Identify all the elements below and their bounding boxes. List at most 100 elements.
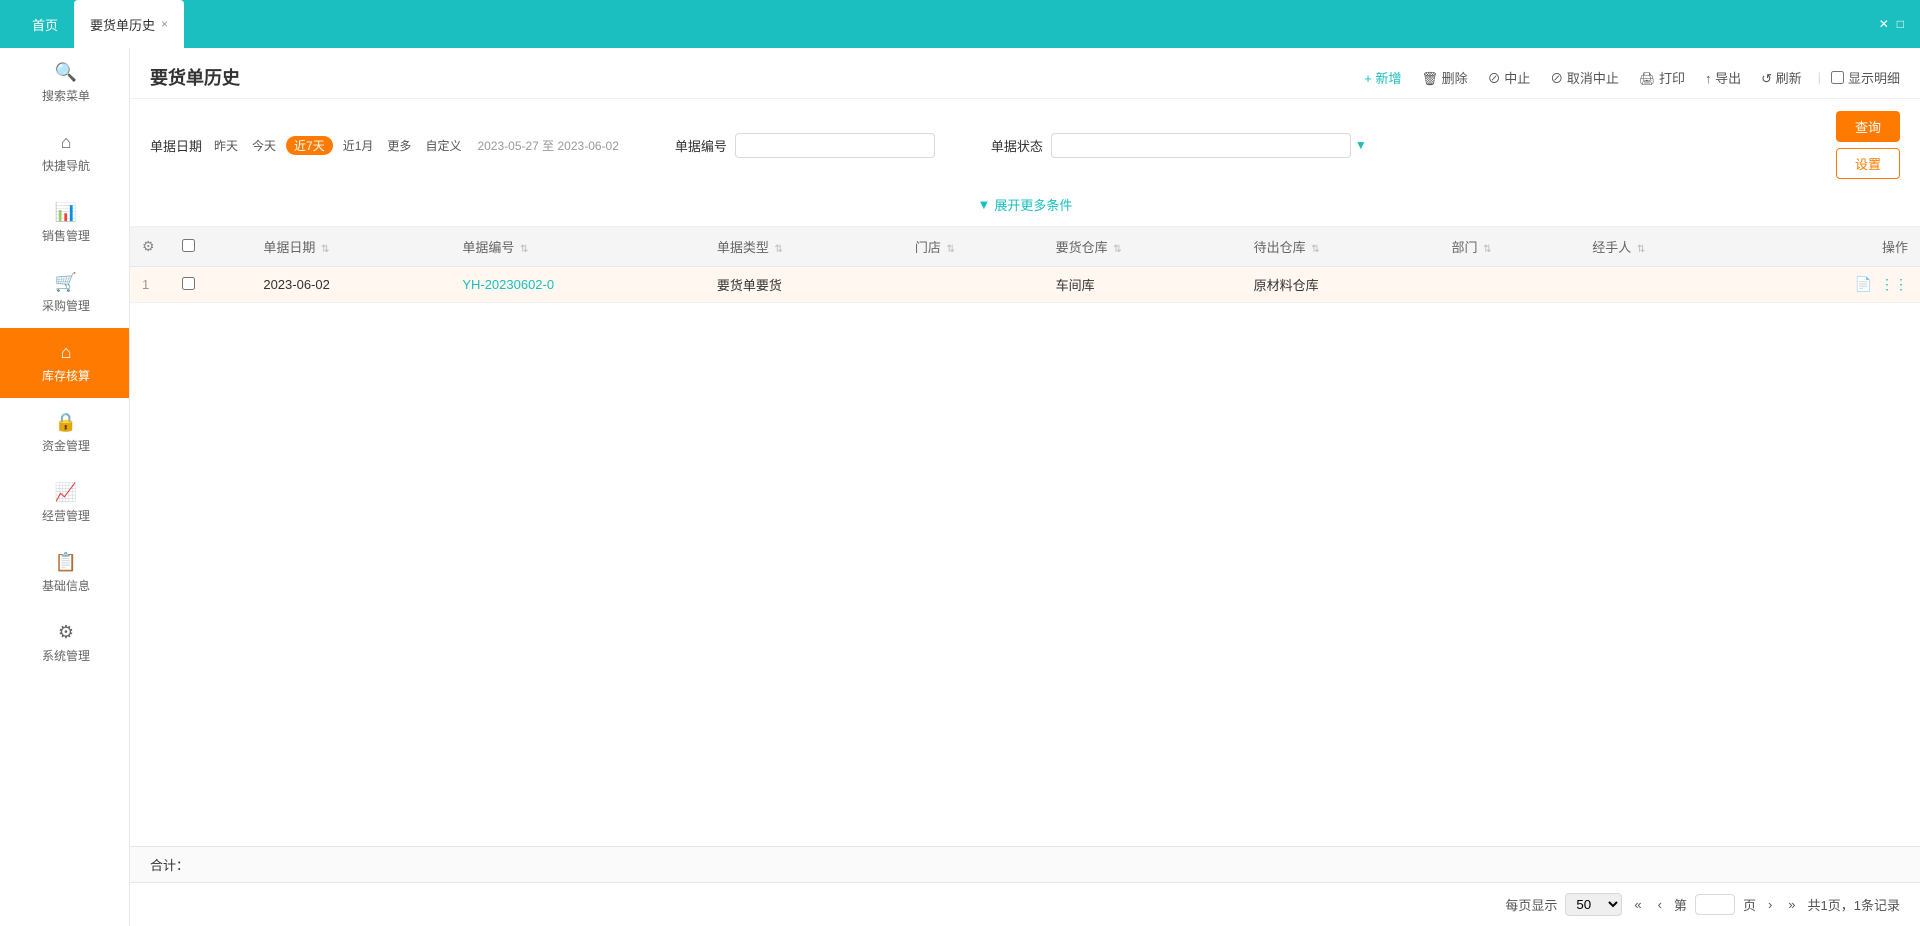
sidebar-item-sales[interactable]: 📊 销售管理 xyxy=(0,188,129,258)
th-settings: ⚙ xyxy=(130,227,170,267)
sort-doc-no-icon[interactable]: ⇅ xyxy=(520,244,528,255)
sort-store-icon[interactable]: ⇅ xyxy=(946,244,954,255)
cell-doc-type: 要货单要货 xyxy=(705,267,903,303)
pagination-bar: 每页显示 50 10 20 100 « ‹ 第 1 页 › » 共1页，1条记录 xyxy=(130,882,1920,926)
cell-handler xyxy=(1580,267,1749,303)
search-menu-label: 搜索菜单 xyxy=(42,87,90,104)
page-header: 要货单历史 + 新增 🗑 删除 ⊘ 中止 ⊘ 取消中止 🖨 打印 ↑ 导出 ↺ … xyxy=(130,48,1920,99)
filter-row: 单据日期 昨天 今天 近7天 近1月 更多 自定义 2023-05-27 至 2… xyxy=(150,111,1900,179)
cell-operations: 📄 ⋮⋮ xyxy=(1750,267,1920,303)
page-label-before: 第 xyxy=(1674,895,1687,914)
tab-home[interactable]: 首页 xyxy=(16,0,74,48)
query-button[interactable]: 查询 xyxy=(1836,111,1900,142)
separator: | xyxy=(1818,70,1821,85)
sales-icon: 📊 xyxy=(55,202,77,223)
cell-department xyxy=(1440,267,1581,303)
print-button[interactable]: 🖨 打印 xyxy=(1633,66,1691,89)
stop-button[interactable]: ⊘ 中止 xyxy=(1482,66,1537,89)
window-maximize-btn[interactable]: □ xyxy=(1897,17,1904,31)
cell-pending-warehouse: 原材料仓库 xyxy=(1242,267,1440,303)
op-edit-icon[interactable]: 📄 xyxy=(1855,276,1872,293)
show-detail-label: 显示明细 xyxy=(1848,68,1900,87)
date-filter-label: 单据日期 xyxy=(150,136,202,155)
quick-nav-label: 快捷导航 xyxy=(42,157,90,174)
table-footer: 合计： xyxy=(130,846,1920,882)
expand-more-btn[interactable]: ▼ 展开更多条件 xyxy=(978,195,1073,214)
sort-req-warehouse-icon[interactable]: ⇅ xyxy=(1113,244,1121,255)
sidebar-item-inventory[interactable]: ⌂ 库存核算 xyxy=(0,328,129,398)
select-all-checkbox[interactable] xyxy=(182,239,195,252)
show-detail-checkbox[interactable]: 显示明细 xyxy=(1831,68,1900,87)
purchase-icon: 🛒 xyxy=(55,272,77,293)
sort-doc-type-icon[interactable]: ⇅ xyxy=(775,244,783,255)
sort-pending-warehouse-icon[interactable]: ⇅ xyxy=(1311,244,1319,255)
sidebar-item-quick-nav[interactable]: ⌂ 快捷导航 xyxy=(0,118,129,188)
delete-button[interactable]: 🗑 删除 xyxy=(1415,66,1473,89)
cell-req-warehouse: 车间库 xyxy=(1044,267,1242,303)
settings-button[interactable]: 设置 xyxy=(1836,148,1900,179)
sidebar-item-purchase[interactable]: 🛒 采购管理 xyxy=(0,258,129,328)
date-today[interactable]: 今天 xyxy=(248,136,280,155)
gear-icon[interactable]: ⚙ xyxy=(142,238,155,254)
date-last1month[interactable]: 近1月 xyxy=(339,136,378,155)
sidebar-item-search-menu[interactable]: 🔍 搜索菜单 xyxy=(0,48,129,118)
finance-label: 资金管理 xyxy=(42,437,90,454)
content-area: 要货单历史 + 新增 🗑 删除 ⊘ 中止 ⊘ 取消中止 🖨 打印 ↑ 导出 ↺ … xyxy=(130,48,1920,926)
th-store: 门店 ⇅ xyxy=(903,227,1044,267)
sort-handler-icon[interactable]: ⇅ xyxy=(1637,244,1645,255)
date-more[interactable]: 更多 xyxy=(383,136,415,155)
page-number-input[interactable]: 1 xyxy=(1695,894,1735,915)
export-button[interactable]: ↑ 导出 xyxy=(1699,66,1747,89)
sort-department-icon[interactable]: ⇅ xyxy=(1483,244,1491,255)
doc-no-link[interactable]: YH-20230602-0 xyxy=(462,277,554,292)
date-yesterday[interactable]: 昨天 xyxy=(210,136,242,155)
table-container: ⚙ 单据日期 ⇅ 单据编号 xyxy=(130,227,1920,846)
doc-status-input[interactable] xyxy=(1051,133,1351,158)
filter-doc-no: 单据编号 xyxy=(675,133,935,158)
system-icon: ⚙ xyxy=(58,622,74,643)
doc-no-input[interactable] xyxy=(735,133,935,158)
date-custom[interactable]: 自定义 xyxy=(421,136,465,155)
tab-requisition-history[interactable]: 要货单历史 × xyxy=(74,0,184,48)
sidebar-item-operations[interactable]: 📈 经营管理 xyxy=(0,468,129,538)
expand-more-container: ▼ 展开更多条件 xyxy=(150,187,1900,214)
prev-page-btn[interactable]: ‹ xyxy=(1654,895,1666,914)
table-header-row: ⚙ 单据日期 ⇅ 单据编号 xyxy=(130,227,1920,267)
op-more-icon[interactable]: ⋮⋮ xyxy=(1880,276,1908,293)
cell-checkbox xyxy=(170,267,251,303)
new-button[interactable]: + 新增 xyxy=(1358,66,1407,89)
page-content: 要货单历史 + 新增 🗑 删除 ⊘ 中止 ⊘ 取消中止 🖨 打印 ↑ 导出 ↺ … xyxy=(130,48,1920,926)
date-last7days[interactable]: 近7天 xyxy=(286,136,333,155)
operations-icon: 📈 xyxy=(55,482,77,503)
quick-nav-icon: ⌂ xyxy=(61,132,72,153)
sidebar-item-basic-info[interactable]: 📋 基础信息 xyxy=(0,538,129,608)
show-detail-input[interactable] xyxy=(1831,71,1844,84)
finance-icon: 🔒 xyxy=(55,412,77,433)
sort-doc-date-icon[interactable]: ⇅ xyxy=(321,244,329,255)
th-checkbox xyxy=(170,227,251,267)
refresh-button[interactable]: ↺ 刷新 xyxy=(1755,66,1808,89)
tab-close-icon[interactable]: × xyxy=(161,17,168,31)
page-info: 共1页，1条记录 xyxy=(1808,895,1900,914)
top-right-buttons: ✕ □ xyxy=(1879,17,1904,31)
status-dropdown-icon[interactable]: ▼ xyxy=(1355,138,1367,152)
last-page-btn[interactable]: » xyxy=(1784,895,1799,914)
first-page-btn[interactable]: « xyxy=(1630,895,1645,914)
sidebar: 🔍 搜索菜单 ⌂ 快捷导航 📊 销售管理 🛒 采购管理 ⌂ 库存核算 🔒 资 xyxy=(0,48,130,926)
sidebar-item-system[interactable]: ⚙ 系统管理 xyxy=(0,608,129,678)
th-doc-type: 单据类型 ⇅ xyxy=(705,227,903,267)
sidebar-item-finance[interactable]: 🔒 资金管理 xyxy=(0,398,129,468)
purchase-label: 采购管理 xyxy=(42,297,90,314)
table-body: 1 2023-06-02 YH-20230602-0 要货单要货 车间库 原材料… xyxy=(130,267,1920,303)
th-operations: 操作 xyxy=(1750,227,1920,267)
th-pending-warehouse: 待出仓库 ⇅ xyxy=(1242,227,1440,267)
next-page-btn[interactable]: › xyxy=(1764,895,1776,914)
doc-no-label: 单据编号 xyxy=(675,136,727,155)
filter-doc-status: 单据状态 ▼ xyxy=(991,133,1820,158)
page-size-select[interactable]: 50 10 20 100 xyxy=(1565,893,1622,916)
row-checkbox[interactable] xyxy=(182,277,195,290)
window-close-btn[interactable]: ✕ xyxy=(1879,17,1889,31)
page-size-label: 每页显示 xyxy=(1505,895,1557,914)
cancel-stop-button[interactable]: ⊘ 取消中止 xyxy=(1544,66,1625,89)
date-range-display: 2023-05-27 至 2023-06-02 xyxy=(477,137,618,154)
